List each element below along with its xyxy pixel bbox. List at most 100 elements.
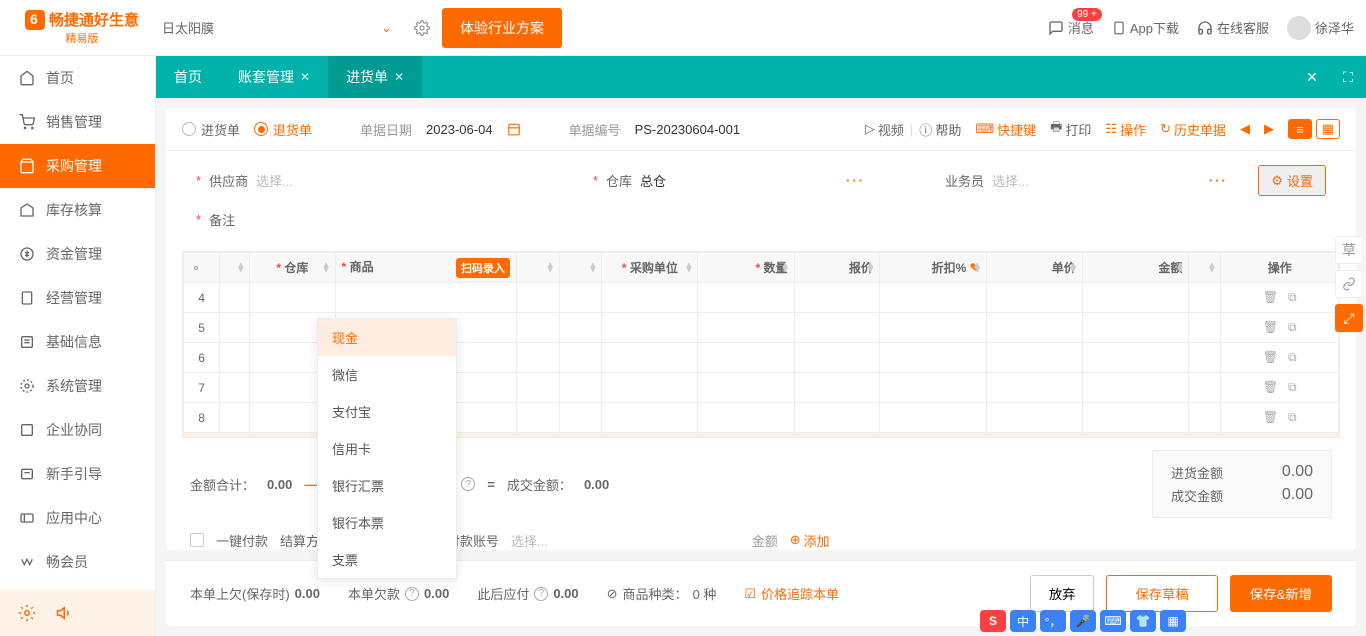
delete-icon[interactable]: 🗑 [1263, 380, 1278, 395]
copy-icon[interactable]: ⧉ [1288, 380, 1297, 395]
sidebar-item-sales[interactable]: 销售管理 [0, 100, 155, 144]
org-selector[interactable]: 日太阳膜 ⌄ [152, 18, 402, 37]
dropdown-item[interactable]: 支票 [318, 541, 456, 578]
col-warehouse[interactable]: 仓库▲▼ [250, 253, 335, 283]
ime-mic-icon[interactable]: 🎤 [1070, 610, 1096, 632]
date-value[interactable]: 2023-06-04 [426, 122, 493, 137]
ime-kbd-icon[interactable]: ⌨ [1100, 610, 1126, 632]
ime-zh-icon[interactable]: 中 [1010, 610, 1036, 632]
video-link[interactable]: ▷ 视频 [865, 120, 904, 139]
view-card-button[interactable]: ▦ [1316, 119, 1340, 139]
ops-link[interactable]: ☷ 操作 [1105, 120, 1146, 139]
workspace-tabs: 首页 账套管理✕ 进货单✕ ✕ ⛶ [156, 56, 1366, 98]
tab-purchase-order[interactable]: 进货单✕ [328, 56, 422, 98]
dropdown-item[interactable]: 银行汇票 [318, 467, 456, 504]
col-unitprice[interactable]: 单价▲▼ [986, 253, 1082, 283]
remark-field[interactable]: *备注 [196, 210, 235, 229]
ime-punct-icon[interactable]: °， [1040, 610, 1066, 632]
discard-button[interactable]: 放弃 [1030, 575, 1095, 612]
warehouse-icon [18, 201, 36, 219]
expand-rail-icon[interactable]: ⤢ [1335, 304, 1363, 332]
col-qty[interactable]: 数量▲▼ [698, 253, 794, 283]
close-tab-button[interactable]: ✕ [1294, 56, 1330, 98]
delete-icon[interactable]: 🗑 [1263, 320, 1278, 335]
supplier-field[interactable]: *供应商 选择... [196, 171, 293, 190]
col-product[interactable]: 商品扫码录入 [335, 253, 516, 283]
next-icon[interactable]: ▶ [1264, 121, 1274, 137]
fullscreen-button[interactable]: ⛶ [1330, 56, 1366, 98]
add-payment-link[interactable]: ⊕添加 [790, 531, 830, 550]
copy-icon[interactable]: ⧉ [1288, 320, 1297, 335]
support-link[interactable]: 在线客服 [1197, 18, 1269, 37]
sidebar-item-purchase[interactable]: 采购管理 [0, 144, 155, 188]
copy-icon[interactable]: ⧉ [1288, 350, 1297, 365]
price-track-toggle[interactable]: ☑价格追踪本单 [744, 584, 839, 603]
salesman-more-icon[interactable]: ··· [1209, 173, 1228, 188]
link-rail-icon[interactable] [1335, 270, 1363, 298]
dropdown-item[interactable]: 支付宝 [318, 393, 456, 430]
app-download-link[interactable]: App下载 [1112, 18, 1179, 37]
ime-grid-icon[interactable]: ▦ [1160, 610, 1186, 632]
col-gear[interactable] [184, 253, 220, 283]
col-amount[interactable]: 金额▲▼ [1082, 253, 1189, 283]
account-select[interactable]: 选择... [511, 531, 548, 550]
col-price[interactable]: 报价▲▼ [794, 253, 879, 283]
col-unit[interactable]: 采购单位▲▼ [602, 253, 698, 283]
sidebar-item-basic[interactable]: 基础信息 [0, 320, 155, 364]
dropdown-item[interactable]: 信用卡 [318, 430, 456, 467]
help-icon[interactable]: ? [534, 587, 548, 601]
tab-home[interactable]: 首页 [156, 56, 220, 98]
view-list-button[interactable]: ≡ [1288, 119, 1312, 139]
help-icon[interactable]: ? [405, 587, 419, 601]
settings-button[interactable]: ⚙设置 [1258, 165, 1326, 196]
sidebar-item-apps[interactable]: 应用中心 [0, 496, 155, 540]
sidebar-item-finance[interactable]: 资金管理 [0, 232, 155, 276]
radio-purchase[interactable]: 进货单 [182, 120, 240, 139]
sidebar-item-home[interactable]: 首页 [0, 56, 155, 100]
sidebar-item-system[interactable]: 系统管理 [0, 364, 155, 408]
delete-icon[interactable]: 🗑 [1263, 350, 1278, 365]
sidebar-item-collab[interactable]: 企业协同 [0, 408, 155, 452]
ime-s-icon[interactable]: S [980, 610, 1006, 632]
copy-icon[interactable]: ⧉ [1288, 410, 1297, 425]
org-settings-icon[interactable] [414, 20, 430, 36]
warehouse-field[interactable]: *仓库 总仓 [593, 171, 666, 190]
user-menu[interactable]: 徐泽华 [1287, 16, 1354, 40]
trial-button[interactable]: 体验行业方案 [442, 8, 562, 48]
copy-icon[interactable]: ⧉ [1288, 290, 1297, 305]
dropdown-item[interactable]: 微信 [318, 356, 456, 393]
sidebar-item-business[interactable]: 经营管理 [0, 276, 155, 320]
print-link[interactable]: 🖶 打印 [1050, 118, 1091, 140]
footer-gear-icon[interactable] [18, 604, 36, 622]
right-rail: 草 ⤢ [1332, 236, 1366, 332]
ime-skin-icon[interactable]: 👕 [1130, 610, 1156, 632]
sidebar-item-guide[interactable]: 新手引导 [0, 452, 155, 496]
draft-rail-icon[interactable]: 草 [1335, 236, 1363, 264]
help-link[interactable]: ⓘ 帮助 [919, 120, 961, 139]
delete-icon[interactable]: 🗑 [1263, 290, 1278, 305]
save-new-button[interactable]: 保存&新增 [1230, 575, 1332, 612]
prev-icon[interactable]: ◀ [1240, 121, 1250, 137]
scan-button[interactable]: 扫码录入 [456, 258, 510, 278]
close-icon[interactable]: ✕ [394, 70, 404, 84]
table-row[interactable]: 4🗑⧉ [184, 283, 1339, 313]
help-icon[interactable]: ? [461, 477, 475, 491]
col-discount[interactable]: 折扣% ✎▲▼ [879, 253, 986, 283]
salesman-field[interactable]: 业务员 选择... [945, 171, 1029, 190]
calendar-icon[interactable] [507, 122, 521, 136]
tab-accounts[interactable]: 账套管理✕ [220, 56, 328, 98]
radio-return[interactable]: 退货单 [254, 120, 312, 139]
dropdown-item[interactable]: 现金 [318, 319, 456, 356]
history-link[interactable]: ↻ 历史单据 [1160, 120, 1226, 139]
dropdown-item[interactable]: 银行本票 [318, 504, 456, 541]
warehouse-more-icon[interactable]: ··· [846, 173, 865, 188]
close-icon[interactable]: ✕ [300, 70, 310, 84]
one-click-checkbox[interactable] [190, 533, 204, 547]
footer-sound-icon[interactable] [56, 604, 74, 622]
save-draft-button[interactable]: 保存草稿 [1106, 575, 1217, 612]
sidebar-item-vip[interactable]: 畅会员 [0, 540, 155, 584]
shortcut-link[interactable]: ⌨ 快捷键 [975, 120, 1036, 139]
messages-link[interactable]: 消息 99 + [1048, 18, 1094, 37]
delete-icon[interactable]: 🗑 [1263, 410, 1278, 425]
sidebar-item-inventory[interactable]: 库存核算 [0, 188, 155, 232]
